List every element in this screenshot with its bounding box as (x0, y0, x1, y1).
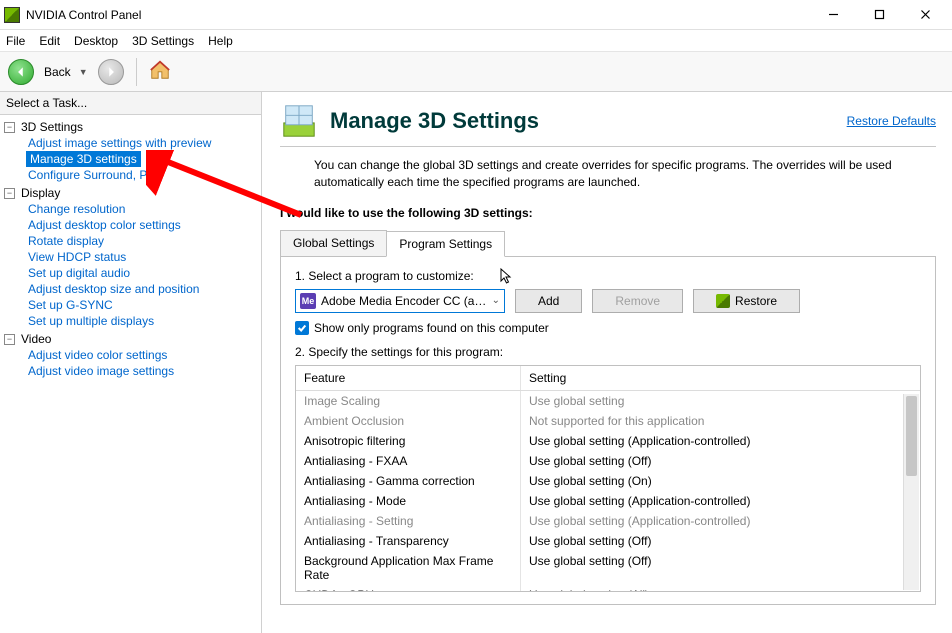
table-row[interactable]: Antialiasing - SettingUse global setting… (296, 511, 920, 531)
table-row[interactable]: Image ScalingUse global setting (296, 391, 920, 411)
intro-text: You can change the global 3D settings an… (314, 157, 936, 192)
dropdown-value: Adobe Media Encoder CC (adob… (321, 294, 492, 308)
cell-feature: Antialiasing - Transparency (296, 531, 521, 551)
cell-setting: Use global setting (Application-controll… (521, 431, 920, 451)
cell-feature: Image Scaling (296, 391, 521, 411)
tree-link-rotate-display[interactable]: Rotate display (26, 233, 257, 249)
tree-link-multiple-displays[interactable]: Set up multiple displays (26, 313, 257, 329)
menu-edit[interactable]: Edit (39, 34, 60, 48)
tree-group-display[interactable]: −Display (4, 185, 257, 201)
tree-link-gsync[interactable]: Set up G-SYNC (26, 297, 257, 313)
task-tree: −3D Settings Adjust image settings with … (0, 115, 261, 385)
tree-link-adjust-desktop-color[interactable]: Adjust desktop color settings (26, 217, 257, 233)
cell-setting: Use global setting (Application-controll… (521, 491, 920, 511)
cell-feature: Anisotropic filtering (296, 431, 521, 451)
toolbar-separator (136, 58, 137, 86)
table-row[interactable]: Ambient OcclusionNot supported for this … (296, 411, 920, 431)
tree-link-video-image[interactable]: Adjust video image settings (26, 363, 257, 379)
restore-defaults-link[interactable]: Restore Defaults (847, 114, 936, 128)
collapse-icon: − (4, 188, 15, 199)
show-only-checkbox[interactable] (295, 321, 309, 335)
cell-setting: Use global setting (Off) (521, 551, 920, 585)
table-row[interactable]: Antialiasing - Gamma correctionUse globa… (296, 471, 920, 491)
title-bar: NVIDIA Control Panel (0, 0, 952, 30)
tree-group-video[interactable]: −Video (4, 331, 257, 347)
nvidia-eye-icon (716, 294, 730, 308)
back-label: Back (44, 65, 71, 79)
col-setting: Setting (521, 366, 920, 390)
table-row[interactable]: Antialiasing - FXAAUse global setting (O… (296, 451, 920, 471)
tree-link-video-color[interactable]: Adjust video color settings (26, 347, 257, 363)
step2-label: 2. Specify the settings for this program… (295, 345, 921, 359)
table-row[interactable]: Background Application Max Frame RateUse… (296, 551, 920, 585)
program-dropdown[interactable]: Me Adobe Media Encoder CC (adob… ⌄ (295, 289, 505, 313)
window-title: NVIDIA Control Panel (26, 8, 810, 22)
cell-setting: Use global setting (Application-controll… (521, 511, 920, 531)
toolbar: Back ▼ (0, 52, 952, 92)
scrollbar-thumb[interactable] (906, 396, 917, 476)
cell-setting: Use global setting (On) (521, 471, 920, 491)
chevron-down-icon: ⌄ (492, 295, 500, 306)
tab-program-settings[interactable]: Program Settings (386, 231, 505, 257)
table-row[interactable]: Antialiasing - ModeUse global setting (A… (296, 491, 920, 511)
sidebar: Select a Task... −3D Settings Adjust ima… (0, 92, 262, 633)
remove-button[interactable]: Remove (592, 289, 683, 313)
add-button[interactable]: Add (515, 289, 582, 313)
cell-feature: Antialiasing - FXAA (296, 451, 521, 471)
cell-feature: Background Application Max Frame Rate (296, 551, 521, 585)
table-row[interactable]: CUDA - GPUsUse global setting (All) (296, 585, 920, 591)
menu-file[interactable]: File (6, 34, 25, 48)
col-feature: Feature (296, 366, 521, 390)
table-row[interactable]: Antialiasing - TransparencyUse global se… (296, 531, 920, 551)
cell-setting: Use global setting (Off) (521, 531, 920, 551)
tab-body-program: 1. Select a program to customize: Me Ado… (281, 256, 935, 604)
home-button[interactable] (149, 59, 171, 84)
cell-feature: CUDA - GPUs (296, 585, 521, 591)
restore-button[interactable]: Restore (693, 289, 800, 313)
manage-3d-icon (280, 102, 318, 140)
tree-link-change-resolution[interactable]: Change resolution (26, 201, 257, 217)
cell-feature: Antialiasing - Setting (296, 511, 521, 531)
menu-bar: File Edit Desktop 3D Settings Help (0, 30, 952, 52)
sidebar-header: Select a Task... (0, 92, 261, 115)
tree-link-configure-surround[interactable]: Configure Surround, P (26, 167, 257, 183)
forward-button[interactable] (98, 59, 124, 85)
cell-setting: Use global setting (All) (521, 585, 920, 591)
menu-help[interactable]: Help (208, 34, 233, 48)
cell-setting: Use global setting (521, 391, 920, 411)
close-button[interactable] (902, 0, 948, 30)
media-encoder-icon: Me (300, 293, 316, 309)
content-pane: Manage 3D Settings Restore Defaults You … (262, 92, 952, 633)
back-history-chevron-icon[interactable]: ▼ (79, 67, 88, 77)
cell-feature: Antialiasing - Mode (296, 491, 521, 511)
tab-strip: Global Settings Program Settings (280, 230, 936, 256)
table-scrollbar[interactable] (903, 394, 919, 590)
section-label: I would like to use the following 3D set… (280, 206, 936, 220)
maximize-button[interactable] (856, 0, 902, 30)
back-button[interactable] (8, 59, 34, 85)
cell-setting: Use global setting (Off) (521, 451, 920, 471)
page-title: Manage 3D Settings (330, 108, 835, 134)
cell-setting: Not supported for this application (521, 411, 920, 431)
nvidia-logo-icon (4, 7, 20, 23)
cell-feature: Antialiasing - Gamma correction (296, 471, 521, 491)
show-only-label: Show only programs found on this compute… (314, 321, 549, 335)
table-row[interactable]: Anisotropic filteringUse global setting … (296, 431, 920, 451)
tree-group-3d-settings[interactable]: −3D Settings (4, 119, 257, 135)
step1-label: 1. Select a program to customize: (295, 269, 921, 283)
tab-global-settings[interactable]: Global Settings (280, 230, 387, 256)
menu-3d-settings[interactable]: 3D Settings (132, 34, 194, 48)
collapse-icon: − (4, 334, 15, 345)
tree-link-view-hdcp[interactable]: View HDCP status (26, 249, 257, 265)
settings-table: Feature Setting Image ScalingUse global … (295, 365, 921, 592)
tree-link-desktop-size-position[interactable]: Adjust desktop size and position (26, 281, 257, 297)
tree-link-adjust-image[interactable]: Adjust image settings with preview (26, 135, 257, 151)
menu-desktop[interactable]: Desktop (74, 34, 118, 48)
cell-feature: Ambient Occlusion (296, 411, 521, 431)
tree-link-manage-3d[interactable]: Manage 3D settings (26, 151, 141, 167)
tree-link-digital-audio[interactable]: Set up digital audio (26, 265, 257, 281)
minimize-button[interactable] (810, 0, 856, 30)
collapse-icon: − (4, 122, 15, 133)
